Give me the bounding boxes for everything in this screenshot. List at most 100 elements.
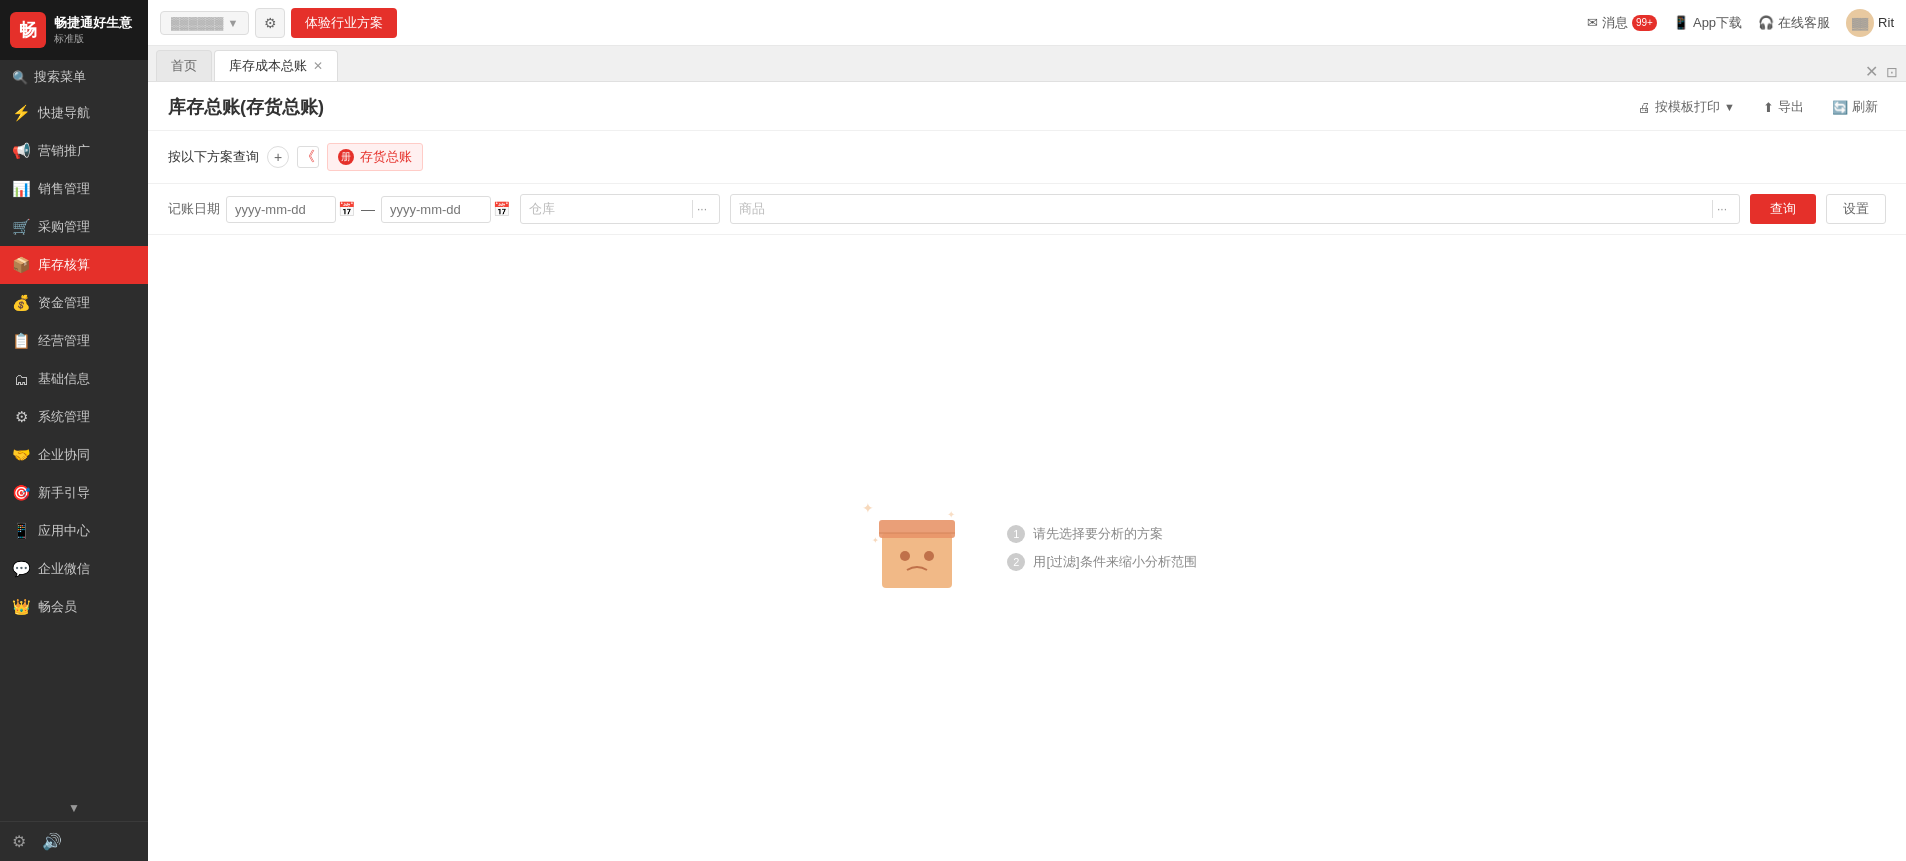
settings-button[interactable]: 设置 (1826, 194, 1886, 224)
sidebar-item-sales[interactable]: 📊 销售管理 (0, 170, 148, 208)
hint-num-2: 2 (1007, 553, 1025, 571)
filter-selected-scheme[interactable]: 册 存货总账 (327, 143, 423, 171)
nav-label: 新手引导 (38, 484, 90, 502)
print-button[interactable]: 🖨 按模板打印 ▼ (1630, 94, 1743, 120)
sidebar-search-label: 搜索菜单 (34, 68, 86, 86)
refresh-button[interactable]: 🔄 刷新 (1824, 94, 1886, 120)
brand-name: 畅捷通好生意 (54, 14, 132, 32)
topbar-right: ✉ 消息 99+ 📱 App下载 🎧 在线客服 ▓▓ Rit (1587, 9, 1894, 37)
svg-rect-0 (882, 533, 952, 588)
main-area: ▓▓▓▓▓▓ ▼ ⚙ 体验行业方案 ✉ 消息 99+ 📱 App下载 🎧 在线客… (148, 0, 1906, 861)
enterprise-wx-icon: 💬 (12, 560, 30, 578)
sidebar-search[interactable]: 🔍 搜索菜单 (0, 60, 148, 94)
empty-svg: ✦ ✦ ✦ (857, 488, 977, 608)
sidebar-item-purchase[interactable]: 🛒 采购管理 (0, 208, 148, 246)
sidebar-bottom: ⚙ 🔊 (0, 821, 148, 861)
page-title: 库存总账(存货总账) (168, 95, 324, 119)
purchase-icon: 🛒 (12, 218, 30, 236)
industry-solution-button[interactable]: 体验行业方案 (291, 8, 397, 38)
nav-label: 营销推广 (38, 142, 90, 160)
query-button[interactable]: 查询 (1750, 194, 1816, 224)
finance-icon: 💰 (12, 294, 30, 312)
sidebar-item-finance[interactable]: 💰 资金管理 (0, 284, 148, 322)
sidebar-item-quick-nav[interactable]: ⚡ 快捷导航 (0, 94, 148, 132)
sidebar-item-member[interactable]: 👑 畅会员 (0, 588, 148, 626)
export-icon: ⬆ (1763, 100, 1774, 115)
app-download-button[interactable]: 📱 App下载 (1673, 14, 1742, 32)
svg-point-4 (924, 551, 934, 561)
calendar-end-icon[interactable]: 📅 (493, 201, 510, 217)
headset-icon: 🎧 (1758, 15, 1774, 30)
user-avatar: ▓▓ (1846, 9, 1874, 37)
path-chevron-icon: ▼ (228, 17, 239, 29)
sidebar-item-enterprise-wx[interactable]: 💬 企业微信 (0, 550, 148, 588)
newbie-icon: 🎯 (12, 484, 30, 502)
tab-home[interactable]: 首页 (156, 50, 212, 81)
sidebar-item-newbie[interactable]: 🎯 新手引导 (0, 474, 148, 512)
date-end-input[interactable] (381, 196, 491, 223)
product-select[interactable]: 商品 ··· (730, 194, 1740, 224)
settings-bottom-icon[interactable]: ⚙ (12, 832, 26, 851)
warehouse-select[interactable]: 仓库 ··· (520, 194, 720, 224)
panel-close-button[interactable]: ✕ (1865, 62, 1878, 81)
tab-close-icon[interactable]: ✕ (313, 59, 323, 73)
svg-text:✦: ✦ (872, 536, 879, 545)
refresh-label: 刷新 (1852, 98, 1878, 116)
page-actions: 🖨 按模板打印 ▼ ⬆ 导出 🔄 刷新 (1630, 94, 1886, 120)
sidebar-item-base-info[interactable]: 🗂 基础信息 (0, 360, 148, 398)
filter-add-button[interactable]: + (267, 146, 289, 168)
brand-version: 标准版 (54, 32, 132, 46)
topbar-settings-button[interactable]: ⚙ (255, 8, 285, 38)
print-icon: 🖨 (1638, 100, 1651, 115)
export-button[interactable]: ⬆ 导出 (1755, 94, 1812, 120)
nav-label: 系统管理 (38, 408, 90, 426)
online-service-button[interactable]: 🎧 在线客服 (1758, 14, 1830, 32)
panel-resize-button[interactable]: ⊡ (1886, 64, 1898, 80)
search-icon: 🔍 (12, 70, 28, 85)
messages-button[interactable]: ✉ 消息 99+ (1587, 14, 1657, 32)
tab-home-label: 首页 (171, 57, 197, 75)
date-field: 记账日期 📅 — 📅 (168, 196, 510, 223)
scheme-label: 存货总账 (360, 148, 412, 166)
empty-state: ✦ ✦ ✦ 1 请先选择要分析的方案 2 用[过滤]条件来缩小分析范围 (148, 235, 1906, 861)
topbar-left: ▓▓▓▓▓▓ ▼ ⚙ 体验行业方案 (160, 8, 1579, 38)
messages-badge: 99+ (1632, 15, 1657, 31)
app-center-icon: 📱 (12, 522, 30, 540)
svg-rect-1 (879, 520, 955, 538)
empty-hints: 1 请先选择要分析的方案 2 用[过滤]条件来缩小分析范围 (1007, 525, 1196, 571)
system-icon: ⚙ (12, 408, 30, 426)
sidebar-item-marketing[interactable]: 📢 营销推广 (0, 132, 148, 170)
warehouse-more-icon[interactable]: ··· (692, 200, 711, 218)
scroll-down-arrow[interactable]: ▼ (66, 799, 82, 817)
empty-hint-2: 2 用[过滤]条件来缩小分析范围 (1007, 553, 1196, 571)
print-chevron-icon: ▼ (1724, 101, 1735, 113)
sidebar-item-app-center[interactable]: 📱 应用中心 (0, 512, 148, 550)
filter-collapse-button[interactable]: 《 (297, 146, 319, 168)
sidebar-item-enterprise[interactable]: 🤝 企业协同 (0, 436, 148, 474)
warehouse-placeholder: 仓库 (529, 200, 555, 218)
phone-icon: 📱 (1673, 15, 1689, 30)
product-more-icon[interactable]: ··· (1712, 200, 1731, 218)
nav-label: 企业协同 (38, 446, 90, 464)
export-label: 导出 (1778, 98, 1804, 116)
collapse-icon: 《 (301, 148, 315, 166)
hint-num-1: 1 (1007, 525, 1025, 543)
calendar-start-icon[interactable]: 📅 (338, 201, 355, 217)
empty-illustration: ✦ ✦ ✦ (857, 488, 977, 608)
marketing-icon: 📢 (12, 142, 30, 160)
sidebar-nav: ⚡ 快捷导航 📢 营销推广 📊 销售管理 🛒 采购管理 📦 库存核算 💰 资金管… (0, 94, 148, 795)
date-start-input[interactable] (226, 196, 336, 223)
refresh-icon: 🔄 (1832, 100, 1848, 115)
user-profile[interactable]: ▓▓ Rit (1846, 9, 1894, 37)
tab-inventory-cost[interactable]: 库存成本总账 ✕ (214, 50, 338, 81)
audio-bottom-icon[interactable]: 🔊 (42, 832, 62, 851)
query-row: 记账日期 📅 — 📅 仓库 ··· 商品 ··· 查询 设置 (148, 184, 1906, 235)
sidebar-item-inventory[interactable]: 📦 库存核算 (0, 246, 148, 284)
sidebar-item-system[interactable]: ⚙ 系统管理 (0, 398, 148, 436)
sidebar-item-operations[interactable]: 📋 经营管理 (0, 322, 148, 360)
nav-label: 销售管理 (38, 180, 90, 198)
svg-text:✦: ✦ (947, 509, 955, 520)
topbar-path[interactable]: ▓▓▓▓▓▓ ▼ (160, 11, 249, 35)
nav-label: 快捷导航 (38, 104, 90, 122)
page-header: 库存总账(存货总账) 🖨 按模板打印 ▼ ⬆ 导出 🔄 刷新 (148, 82, 1906, 131)
